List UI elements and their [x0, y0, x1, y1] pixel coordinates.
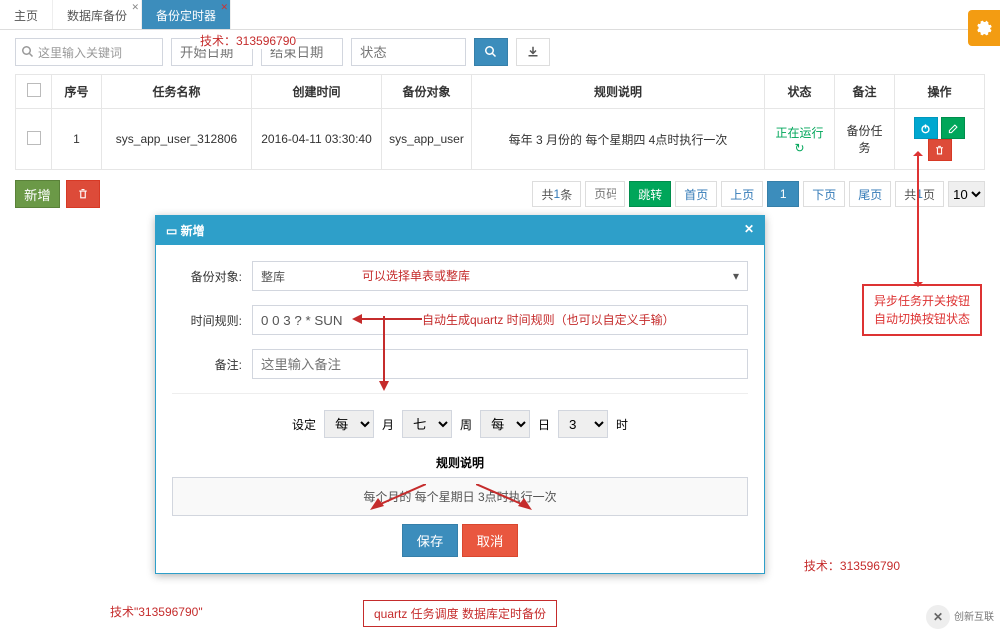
rule-label: 时间规则:: [172, 312, 252, 329]
delete-button[interactable]: [928, 139, 952, 161]
unit-week: 周: [460, 416, 472, 433]
sel-week[interactable]: 七: [402, 410, 452, 438]
tab-timer-label: 备份定时器: [156, 9, 216, 23]
cell-op: [895, 109, 985, 170]
sel-hour[interactable]: 3: [558, 410, 608, 438]
search-placeholder: 这里输入关键词: [38, 44, 122, 61]
bulk-delete-button[interactable]: [66, 180, 100, 208]
cell-target: sys_app_user: [382, 109, 472, 170]
tech-note-left: 技术"313596790": [110, 603, 203, 620]
data-table: 序号 任务名称 创建时间 备份对象 规则说明 状态 备注 操作 1 sys_ap…: [15, 74, 985, 170]
target-note: 可以选择单表或整库: [362, 267, 470, 284]
aside-line2: 自动切换按钮状态: [870, 310, 974, 328]
add-dialog: ▭ 新增 ✕ 备份对象: 整库▾ 可以选择单表或整库 时间规则: 自动生成qua…: [155, 215, 765, 574]
sel-day[interactable]: 每: [480, 410, 530, 438]
trash-icon: [77, 188, 89, 200]
page-size-select[interactable]: 10: [948, 181, 985, 207]
tab-timer[interactable]: 备份定时器 ✕: [142, 0, 231, 29]
rule-desc-box: 每个月的 每个星期日 3点时执行一次: [172, 477, 748, 516]
target-select[interactable]: 整库▾: [252, 261, 748, 291]
current-page[interactable]: 1: [767, 181, 799, 207]
last-page[interactable]: 尾页: [849, 181, 891, 207]
cell-ctime: 2016-04-11 03:30:40: [252, 109, 382, 170]
page-input[interactable]: [585, 181, 625, 207]
tech-note-right: 技术：313596790: [804, 557, 900, 574]
table-row: 1 sys_app_user_312806 2016-04-11 03:30:4…: [16, 109, 985, 170]
caption-box: quartz 任务调度 数据库定时备份: [363, 600, 557, 627]
arrow-annotation: [917, 152, 919, 286]
cell-name: sys_app_user_312806: [102, 109, 252, 170]
first-page[interactable]: 首页: [675, 181, 717, 207]
jump-button[interactable]: 跳转: [629, 181, 671, 207]
search-icon: [485, 46, 497, 58]
arrow-icon: [366, 484, 426, 514]
status-select[interactable]: [351, 38, 466, 66]
power-icon: [920, 123, 931, 134]
col-target: 备份对象: [382, 75, 472, 109]
download-icon: [527, 46, 539, 58]
next-page[interactable]: 下页: [803, 181, 845, 207]
cell-remark: 备份任务: [835, 109, 895, 170]
col-status: 状态: [765, 75, 835, 109]
unit-day: 日: [538, 416, 550, 433]
logo-icon: ✕: [926, 605, 950, 629]
cell-status: 正在运行↻: [765, 109, 835, 170]
gear-icon[interactable]: [968, 10, 1000, 46]
select-all-checkbox[interactable]: [27, 83, 41, 97]
chevron-down-icon: ▾: [733, 269, 739, 283]
tab-backup-label: 数据库备份: [67, 9, 127, 23]
close-icon[interactable]: ✕: [744, 222, 754, 239]
col-op: 操作: [895, 75, 985, 109]
cell-seq: 1: [52, 109, 102, 170]
remark-input[interactable]: [252, 349, 748, 379]
logo-text: 创新互联: [954, 612, 994, 623]
unit-month: 月: [382, 416, 394, 433]
prev-page[interactable]: 上页: [721, 181, 763, 207]
aside-annotation: 异步任务开关按钮 自动切换按钮状态: [862, 284, 982, 336]
add-button[interactable]: 新增: [15, 180, 60, 208]
close-icon[interactable]: ✕: [131, 2, 139, 13]
aside-line1: 异步任务开关按钮: [870, 292, 974, 310]
cancel-button[interactable]: 取消: [462, 524, 519, 557]
remark-label: 备注:: [172, 356, 252, 373]
rule-desc-title: 规则说明: [172, 454, 748, 471]
trash-icon: [934, 145, 945, 156]
tab-home[interactable]: 主页: [0, 0, 53, 29]
edit-icon: [948, 123, 959, 134]
col-name: 任务名称: [102, 75, 252, 109]
unit-hour: 时: [616, 416, 628, 433]
table-header-row: 序号 任务名称 创建时间 备份对象 规则说明 状态 备注 操作: [16, 75, 985, 109]
search-icon: [22, 46, 34, 58]
close-icon[interactable]: ✕: [221, 2, 229, 13]
dialog-title: ▭ 新增: [166, 222, 205, 239]
toolbar: 这里输入关键词: [0, 30, 1000, 74]
pages-info: 共1页: [895, 181, 944, 207]
col-rule: 规则说明: [472, 75, 765, 109]
tech-note-top: 技术：313596790: [200, 32, 296, 49]
dialog-titlebar: ▭ 新增 ✕: [156, 216, 764, 245]
cell-rule: 每年 3 月份的 每个星期四 4点时执行一次: [472, 109, 765, 170]
power-button[interactable]: [914, 117, 938, 139]
target-label: 备份对象:: [172, 268, 252, 285]
rule-note: 自动生成quartz 时间规则（也可以自定义手输）: [422, 311, 675, 328]
edit-button[interactable]: [941, 117, 965, 139]
save-button[interactable]: 保存: [402, 524, 459, 557]
set-label: 设定: [292, 416, 316, 433]
schedule-set-row: 设定 每 月 七 周 每 日 3 时: [172, 410, 748, 438]
search-button[interactable]: [474, 38, 508, 66]
download-button[interactable]: [516, 38, 550, 66]
tab-bar: 主页 数据库备份 ✕ 备份定时器 ✕: [0, 0, 1000, 30]
footer-bar: 新增 共1条 跳转 首页 上页 1 下页 尾页 共1页 10: [0, 170, 1000, 218]
col-ctime: 创建时间: [252, 75, 382, 109]
brand-logo: ✕ 创新互联: [926, 605, 994, 629]
sel-month[interactable]: 每: [324, 410, 374, 438]
row-checkbox[interactable]: [27, 131, 41, 145]
search-input[interactable]: 这里输入关键词: [15, 38, 163, 66]
arrow-icon: [476, 484, 536, 514]
tab-backup[interactable]: 数据库备份 ✕: [53, 0, 142, 29]
col-remark: 备注: [835, 75, 895, 109]
col-seq: 序号: [52, 75, 102, 109]
total-info: 共1条: [532, 181, 581, 207]
arrow-down-icon: [376, 316, 392, 391]
